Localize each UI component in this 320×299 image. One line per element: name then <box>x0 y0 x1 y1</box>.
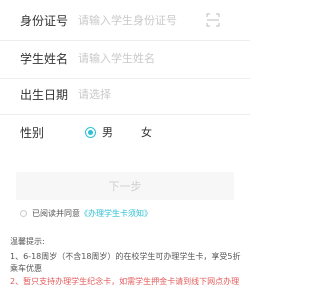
agreement-prefix: 已阅读并同意 <box>32 208 80 218</box>
tip-item-1: 1、6-18周岁（不含18周岁）的在校学生可办理学生卡，享受5折乘车优惠 <box>10 252 241 273</box>
scan-icon[interactable] <box>206 12 220 27</box>
radio-checked-icon <box>85 126 96 138</box>
birth-date-row[interactable]: 出生日期 请选择 <box>0 74 250 114</box>
gender-male-label: 男 <box>102 126 113 139</box>
gender-label: 性别 <box>20 125 45 140</box>
tip-item-2: 2、暂只支持办理学生纪念卡，如需学生押金卡请到线下网点办理 <box>10 277 240 286</box>
birth-date-select[interactable]: 请选择 <box>78 86 111 102</box>
student-name-row: 学生姓名 请输入学生姓名 <box>0 38 250 78</box>
agreement-link[interactable]: 《办理学生卡须知》 <box>80 208 152 219</box>
student-name-label: 学生姓名 <box>20 51 69 66</box>
student-name-input[interactable]: 请输入学生姓名 <box>78 50 155 66</box>
agreement-checkbox[interactable] <box>20 209 27 217</box>
birth-date-label: 出生日期 <box>20 87 69 102</box>
id-number-row: 身份证号 请输入学生身份证号 <box>0 0 250 40</box>
id-number-input[interactable]: 请输入学生身份证号 <box>78 12 177 28</box>
id-number-label: 身份证号 <box>20 13 69 28</box>
agreement[interactable]: 已阅读并同意 《办理学生卡须知》 <box>20 206 152 220</box>
tips-title: 温馨提示: <box>10 237 45 246</box>
gender-row: 性别 男 女 <box>0 112 250 152</box>
next-button[interactable]: 下一步 <box>16 172 234 200</box>
gender-male-radio[interactable]: 男 <box>85 112 113 152</box>
gender-female-radio[interactable]: 女 <box>141 124 152 140</box>
